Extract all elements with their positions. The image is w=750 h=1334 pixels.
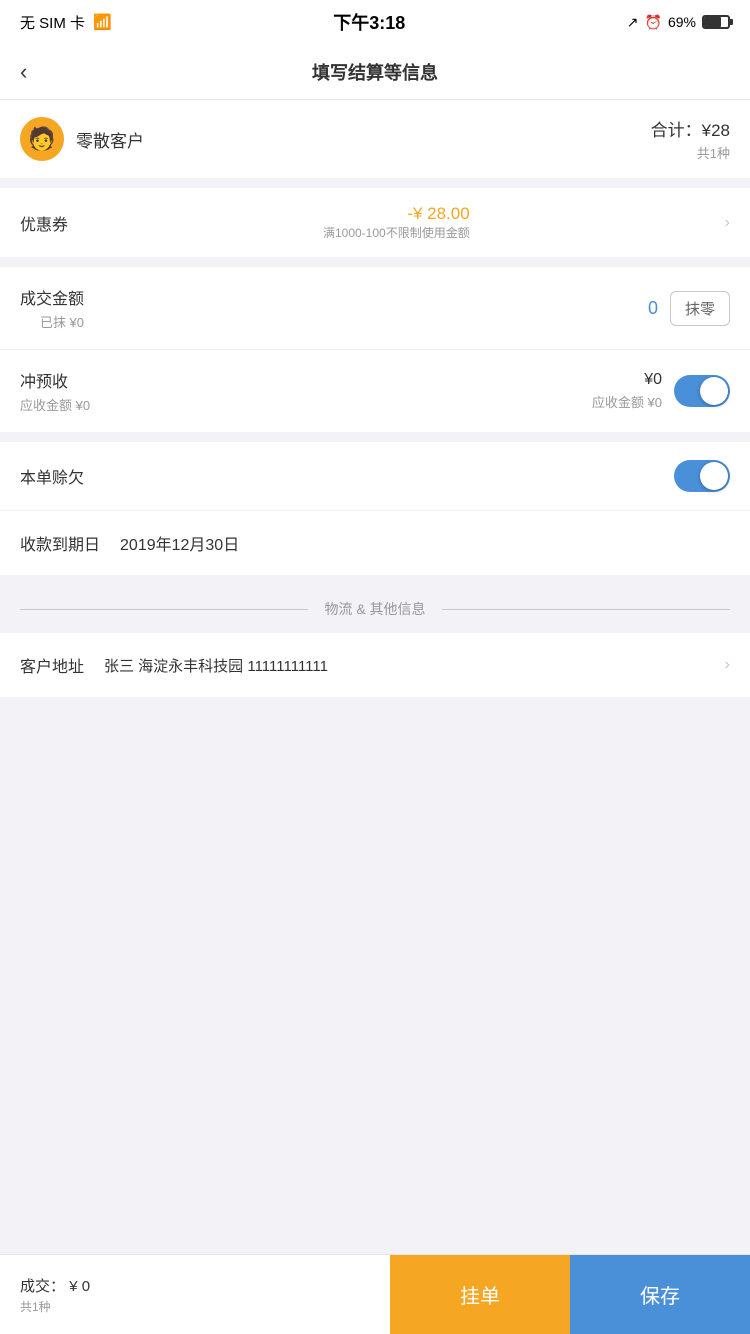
voucher-row[interactable]: 优惠券 -¥ 28.00 满1000-100不限制使用金额 › bbox=[0, 188, 750, 257]
bottom-count: 共1种 bbox=[20, 1298, 370, 1315]
prepay-right: ¥0 应收金额 ¥0 bbox=[592, 371, 730, 411]
status-left: 无 SIM 卡 📶 bbox=[20, 12, 112, 33]
bottom-deal-label: 成交： ¥ 0 bbox=[20, 1275, 370, 1296]
round-zero-button[interactable]: 抹零 bbox=[670, 291, 730, 326]
address-label: 客户地址 bbox=[20, 653, 84, 677]
voucher-value: -¥ 28.00 bbox=[323, 204, 470, 224]
prepay-toggle[interactable] bbox=[674, 375, 730, 407]
carrier-label: 无 SIM 卡 bbox=[20, 12, 85, 33]
due-date-row: 收款到期日 2019年12月30日 bbox=[0, 511, 750, 575]
chevron-icon: › bbox=[725, 214, 730, 232]
credit-toggle[interactable] bbox=[674, 460, 730, 492]
deal-left: 成交金额 已抹 ¥0 bbox=[20, 285, 84, 331]
separator-line-left bbox=[20, 609, 308, 610]
battery-percent: 69% bbox=[668, 14, 696, 30]
voucher-sub: 满1000-100不限制使用金额 bbox=[323, 224, 470, 241]
deal-value: 0 bbox=[648, 298, 658, 319]
nav-bar: ‹ 填写结算等信息 bbox=[0, 44, 750, 100]
location-icon: ↗ bbox=[627, 14, 639, 31]
credit-label: 本单赊欠 bbox=[20, 464, 84, 488]
empty-area bbox=[0, 707, 750, 827]
bottom-info: 成交： ¥ 0 共1种 bbox=[0, 1275, 390, 1315]
separator-section: 物流 & 其他信息 bbox=[0, 585, 750, 633]
save-button[interactable]: 保存 bbox=[570, 1255, 750, 1334]
due-date-label: 收款到期日 bbox=[20, 531, 100, 555]
address-section: 客户地址 张三 海淀永丰科技园 11111111111 › bbox=[0, 633, 750, 697]
deal-label: 成交金额 bbox=[20, 285, 84, 309]
status-bar: 无 SIM 卡 📶 下午3:18 ↗ ⏰ 69% bbox=[0, 0, 750, 44]
credit-toggle-knob bbox=[700, 462, 728, 490]
separator-line-right bbox=[442, 609, 730, 610]
content: 🧑 零散客户 合计：¥28 共1种 优惠券 -¥ 28.00 满1000-100… bbox=[0, 100, 750, 907]
voucher-label: 优惠券 bbox=[20, 211, 68, 235]
wifi-icon: 📶 bbox=[93, 13, 112, 31]
status-right: ↗ ⏰ 69% bbox=[627, 14, 730, 31]
bottom-bar: 成交： ¥ 0 共1种 挂单 保存 bbox=[0, 1254, 750, 1334]
status-time: 下午3:18 bbox=[333, 9, 405, 35]
prepay-value-col: ¥0 应收金额 ¥0 bbox=[592, 371, 662, 411]
deal-row: 成交金额 已抹 ¥0 0 抹零 bbox=[0, 267, 750, 350]
customer-section: 🧑 零散客户 合计：¥28 共1种 bbox=[0, 100, 750, 178]
customer-right: 合计：¥28 共1种 bbox=[651, 116, 730, 162]
prepay-sub: 应收金额 ¥0 bbox=[20, 395, 90, 414]
page-title: 填写结算等信息 bbox=[312, 59, 438, 85]
customer-left: 🧑 零散客户 bbox=[20, 117, 144, 161]
prepay-receivable: 应收金额 ¥0 bbox=[592, 392, 662, 411]
avatar: 🧑 bbox=[20, 117, 64, 161]
address-value: 张三 海淀永丰科技园 11111111111 bbox=[104, 655, 725, 676]
deal-section: 成交金额 已抹 ¥0 0 抹零 冲预收 应收金额 ¥0 ¥0 应收金额 ¥0 bbox=[0, 267, 750, 432]
due-date-value: 2019年12月30日 bbox=[120, 531, 239, 555]
total-count: 共1种 bbox=[651, 143, 730, 162]
toggle-knob bbox=[700, 377, 728, 405]
deal-right: 0 抹零 bbox=[648, 291, 730, 326]
deal-sub: 已抹 ¥0 bbox=[20, 312, 84, 331]
voucher-section: 优惠券 -¥ 28.00 满1000-100不限制使用金额 › bbox=[0, 188, 750, 257]
separator-label: 物流 & 其他信息 bbox=[324, 599, 425, 619]
total-amount: 合计：¥28 bbox=[651, 116, 730, 141]
hang-button[interactable]: 挂单 bbox=[390, 1255, 570, 1334]
avatar-icon: 🧑 bbox=[28, 126, 55, 152]
prepay-label: 冲预收 bbox=[20, 368, 90, 392]
credit-row: 本单赊欠 bbox=[0, 442, 750, 511]
battery-icon bbox=[702, 15, 730, 29]
voucher-right: -¥ 28.00 满1000-100不限制使用金额 bbox=[323, 204, 470, 241]
alarm-icon: ⏰ bbox=[645, 14, 662, 31]
customer-name: 零散客户 bbox=[76, 127, 144, 152]
prepay-value: ¥0 bbox=[592, 371, 662, 389]
bottom-deal-text: 成交： bbox=[20, 1278, 65, 1295]
address-chevron-icon: › bbox=[725, 656, 730, 674]
bottom-deal-amount: ¥ 0 bbox=[69, 1278, 90, 1295]
back-button[interactable]: ‹ bbox=[12, 51, 35, 93]
credit-section: 本单赊欠 收款到期日 2019年12月30日 bbox=[0, 442, 750, 575]
address-row[interactable]: 客户地址 张三 海淀永丰科技园 11111111111 › bbox=[0, 633, 750, 697]
prepay-left: 冲预收 应收金额 ¥0 bbox=[20, 368, 90, 414]
prepay-row: 冲预收 应收金额 ¥0 ¥0 应收金额 ¥0 bbox=[0, 350, 750, 432]
